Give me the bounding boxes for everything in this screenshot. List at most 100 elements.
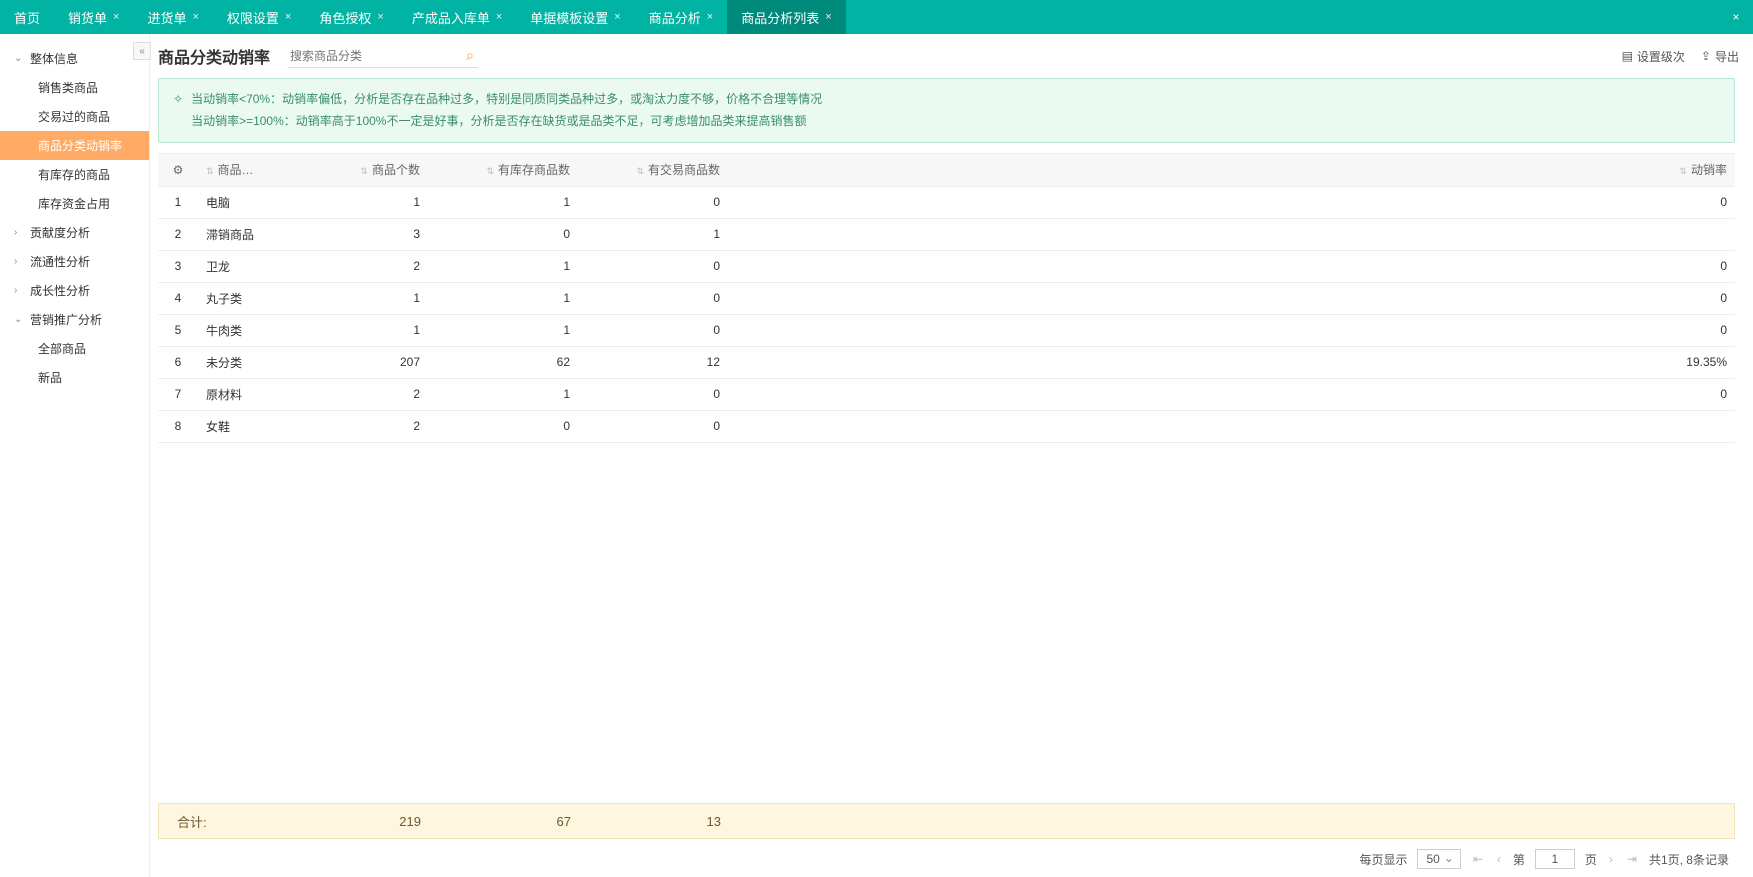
sidebar-group-贡献度分析[interactable]: ›贡献度分析: [0, 218, 149, 247]
sidebar-group-label: 成长性分析: [30, 282, 90, 299]
table-row[interactable]: 1电脑1100: [158, 186, 1735, 218]
tab-单据模板设置[interactable]: 单据模板设置×: [516, 0, 634, 34]
tab-权限设置[interactable]: 权限设置×: [213, 0, 305, 34]
topbar-close-button[interactable]: ×: [1719, 0, 1753, 34]
sidebar-group-整体信息[interactable]: ⌄整体信息: [0, 44, 149, 73]
pager-last-button[interactable]: ⇥: [1625, 852, 1639, 866]
search-box: ⌕: [288, 45, 478, 68]
per-page-select[interactable]: 50: [1417, 849, 1460, 869]
table-cell: [728, 218, 1735, 250]
table-cell: 2: [308, 250, 428, 282]
col-header-trade[interactable]: ⇅有交易商品数: [578, 154, 728, 186]
table-cell: 4: [158, 282, 198, 314]
main-content: 商品分类动销率 ⌕ ▤ 设置级次 ⇪ 导出 ✧ 当动销率<70%：动销率偏低，分…: [150, 34, 1753, 877]
sidebar-item-新品[interactable]: 新品: [0, 363, 149, 392]
tab-销货单[interactable]: 销货单×: [54, 0, 133, 34]
top-tab-bar: 首页销货单×进货单×权限设置×角色授权×产成品入库单×单据模板设置×商品分析×商…: [0, 0, 1753, 34]
tab-进货单[interactable]: 进货单×: [133, 0, 212, 34]
sidebar-item-交易过的商品[interactable]: 交易过的商品: [0, 102, 149, 131]
list-icon: ▤: [1622, 49, 1633, 63]
table-row[interactable]: 8女鞋200: [158, 410, 1735, 442]
pager-first-button[interactable]: ⇤: [1471, 852, 1485, 866]
pager-page-input[interactable]: 1: [1535, 849, 1575, 869]
table-cell: 丸子类: [198, 282, 308, 314]
table-cell: 19.35%: [728, 346, 1735, 378]
table-cell: 3: [308, 218, 428, 250]
tip-line-1: 当动销率<70%：动销率偏低，分析是否存在品种过多，特别是同质同类品种过多，或淘…: [191, 89, 822, 111]
totals-row: 合计: 219 67 13: [158, 803, 1735, 839]
sidebar-group-成长性分析[interactable]: ›成长性分析: [0, 276, 149, 305]
table-row[interactable]: 2滞销商品301: [158, 218, 1735, 250]
table-cell: 3: [158, 250, 198, 282]
tab-产成品入库单[interactable]: 产成品入库单×: [398, 0, 516, 34]
table-cell: 62: [428, 346, 578, 378]
table-cell: 卫龙: [198, 250, 308, 282]
sidebar-group-label: 贡献度分析: [30, 224, 90, 241]
pager-prev-button[interactable]: ‹: [1495, 852, 1503, 866]
table-row[interactable]: 4丸子类1100: [158, 282, 1735, 314]
sort-icon: ⇅: [206, 166, 214, 176]
tab-close-icon[interactable]: ×: [377, 11, 383, 23]
sidebar-group-营销推广分析[interactable]: ⌄营销推广分析: [0, 305, 149, 334]
caret-icon: ⌄: [14, 314, 24, 325]
totals-label: 合计:: [159, 812, 309, 831]
search-icon[interactable]: ⌕: [462, 47, 478, 64]
table-cell: 滞销商品: [198, 218, 308, 250]
tab-close-icon[interactable]: ×: [614, 11, 620, 23]
sidebar-item-全部商品[interactable]: 全部商品: [0, 334, 149, 363]
table-cell: 2: [308, 410, 428, 442]
table-row[interactable]: 6未分类207621219.35%: [158, 346, 1735, 378]
sidebar: « ⌄整体信息销售类商品交易过的商品商品分类动销率有库存的商品库存资金占用›贡献…: [0, 34, 150, 877]
export-button[interactable]: ⇪ 导出: [1701, 48, 1739, 65]
pager-page-prefix: 第: [1513, 851, 1525, 868]
table-cell: 12: [578, 346, 728, 378]
table-cell: 1: [158, 186, 198, 218]
col-header-stock[interactable]: ⇅有库存商品数: [428, 154, 578, 186]
pager-next-button[interactable]: ›: [1607, 852, 1615, 866]
tab-close-icon[interactable]: ×: [825, 11, 831, 23]
table-cell: 1: [308, 282, 428, 314]
table-cell: 2: [308, 378, 428, 410]
caret-icon: ⌄: [14, 53, 24, 64]
tab-商品分析[interactable]: 商品分析×: [635, 0, 727, 34]
tab-close-icon[interactable]: ×: [707, 11, 713, 23]
col-header-name[interactable]: ⇅商品…: [198, 154, 308, 186]
sidebar-group-流通性分析[interactable]: ›流通性分析: [0, 247, 149, 276]
data-table-wrap: ⚙ ⇅商品… ⇅商品个数 ⇅有库存商品数 ⇅有交易商品数 ⇅动销率 1电脑110…: [158, 153, 1735, 803]
tab-close-icon[interactable]: ×: [192, 11, 198, 23]
col-header-rate[interactable]: ⇅动销率: [728, 154, 1735, 186]
table-cell: 电脑: [198, 186, 308, 218]
sidebar-item-有库存的商品[interactable]: 有库存的商品: [0, 160, 149, 189]
tip-line-2: 当动销率>=100%：动销率高于100%不一定是好事，分析是否存在缺货或是品类不…: [191, 111, 822, 133]
settings-level-button[interactable]: ▤ 设置级次: [1622, 48, 1685, 65]
table-cell: 女鞋: [198, 410, 308, 442]
tab-close-icon[interactable]: ×: [496, 11, 502, 23]
page-header: 商品分类动销率 ⌕ ▤ 设置级次 ⇪ 导出: [154, 34, 1739, 78]
lightbulb-icon: ✧: [173, 89, 183, 132]
table-cell: 0: [728, 186, 1735, 218]
sidebar-collapse-button[interactable]: «: [133, 42, 151, 60]
caret-icon: ›: [14, 256, 24, 267]
table-cell: 6: [158, 346, 198, 378]
col-header-count[interactable]: ⇅商品个数: [308, 154, 428, 186]
sidebar-item-销售类商品[interactable]: 销售类商品: [0, 73, 149, 102]
search-input[interactable]: [288, 45, 462, 67]
table-cell: 7: [158, 378, 198, 410]
tab-商品分析列表[interactable]: 商品分析列表×: [727, 0, 845, 34]
tab-close-icon[interactable]: ×: [285, 11, 291, 23]
table-row[interactable]: 5牛肉类1100: [158, 314, 1735, 346]
table-row[interactable]: 3卫龙2100: [158, 250, 1735, 282]
sidebar-item-商品分类动销率[interactable]: 商品分类动销率: [0, 131, 149, 160]
tab-首页[interactable]: 首页: [0, 0, 54, 34]
sidebar-item-库存资金占用[interactable]: 库存资金占用: [0, 189, 149, 218]
table-cell: 0: [728, 314, 1735, 346]
column-settings-button[interactable]: ⚙: [158, 154, 198, 186]
table-row[interactable]: 7原材料2100: [158, 378, 1735, 410]
table-cell: 0: [578, 378, 728, 410]
table-cell: 0: [728, 250, 1735, 282]
tab-角色授权[interactable]: 角色授权×: [305, 0, 397, 34]
gear-icon: ⚙: [173, 163, 184, 177]
pager-summary: 共1页, 8条记录: [1649, 851, 1729, 868]
tab-close-icon[interactable]: ×: [113, 11, 119, 23]
table-cell: 2: [158, 218, 198, 250]
